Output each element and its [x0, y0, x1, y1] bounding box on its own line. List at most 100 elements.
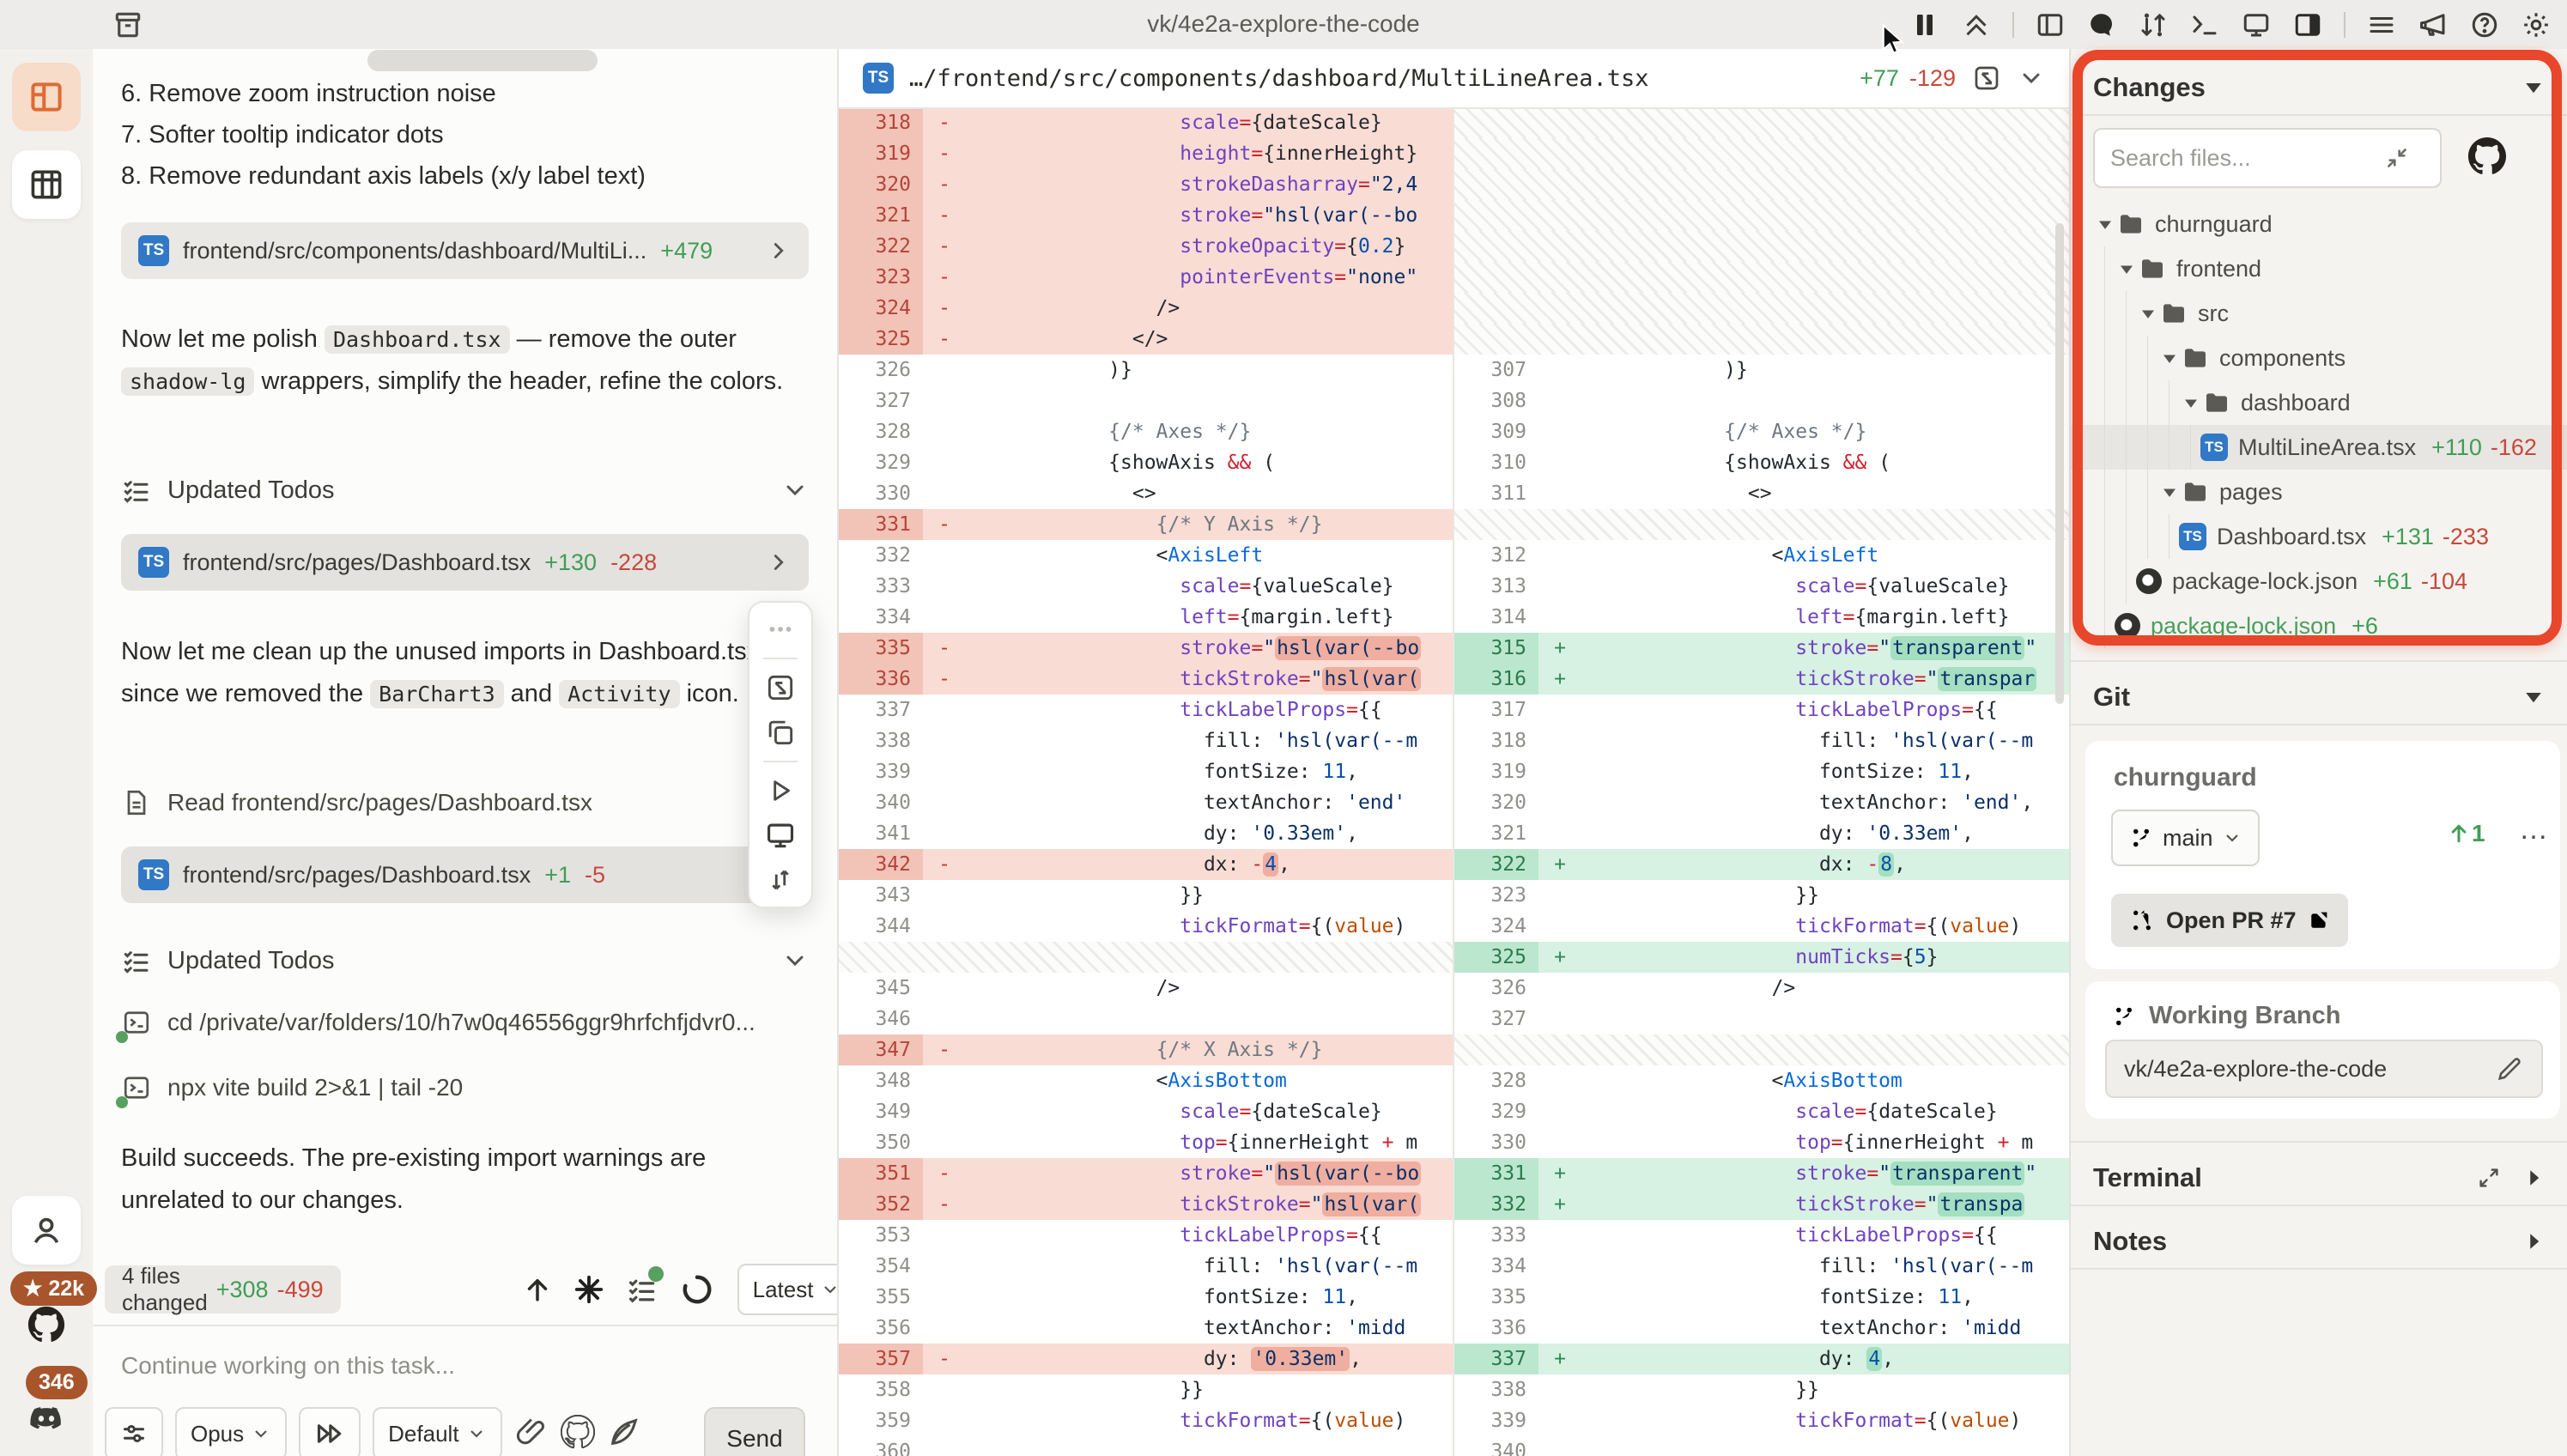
branch-icon [2111, 1004, 2137, 1029]
tree-file-package-lock.json[interactable]: package-lock.json+61-104 [2071, 559, 2567, 604]
toolbar-play-icon[interactable] [764, 774, 797, 807]
git-repo-name: churnguard [2114, 763, 2257, 792]
sparkle-icon[interactable] [573, 1273, 605, 1306]
file-change-chip[interactable]: TSfrontend/src/pages/Dashboard.tsx+130-2… [121, 534, 809, 591]
notes-section-header[interactable]: Notes [2071, 1215, 2567, 1268]
github-cat-icon[interactable] [2467, 136, 2507, 176]
toolbar-diffsq-icon[interactable] [764, 671, 797, 704]
tree-folder-src[interactable]: src [2071, 291, 2567, 336]
commits-ahead[interactable]: 1 [2446, 820, 2485, 847]
tool-action-row[interactable]: npx vite build 2>&1 | tail -20 [121, 1069, 809, 1107]
diff-view-icon[interactable] [1971, 63, 2002, 94]
github-cat-icon[interactable] [561, 1415, 595, 1449]
tree-folder-components[interactable]: components [2071, 336, 2567, 380]
divider [763, 761, 798, 762]
diff-cell-left: 360 [839, 1436, 1453, 1456]
terminal-icon[interactable] [2189, 9, 2220, 40]
diff-file-path: …/frontend/src/components/dashboard/Mult… [909, 65, 1649, 92]
rail-badge: 346 [26, 1366, 88, 1399]
file-change-chip[interactable]: TSfrontend/src/pages/Dashboard.tsx+1-5 [121, 846, 809, 903]
tree-folder-frontend[interactable]: frontend [2071, 246, 2567, 291]
rail-person-button[interactable] [12, 1196, 81, 1265]
chat-input[interactable]: Continue working on this task... [121, 1352, 809, 1380]
added-lines-count: +6 [2352, 613, 2378, 640]
diff-cell-right: 322+ dx: -8, [1453, 849, 2069, 880]
changes-section-header[interactable]: Changes [2071, 61, 2567, 114]
compress-icon[interactable] [2383, 144, 2411, 172]
panel-left-icon[interactable] [2035, 9, 2066, 40]
diff-cell-left: 333 scale={valueScale} [839, 571, 1453, 602]
file-change-chip[interactable]: TSfrontend/src/components/dashboard/Mult… [121, 222, 809, 279]
tree-label: frontend [2176, 256, 2261, 282]
changes-title: Changes [2093, 72, 2206, 103]
pause-icon[interactable] [1909, 9, 1940, 40]
toolbar-copy-icon[interactable] [764, 716, 797, 749]
diff-cell-right: 329 scale={dateScale} [1453, 1096, 2069, 1127]
terminal-section-header[interactable]: Terminal [2071, 1151, 2567, 1204]
diff-cell-left: 323- pointerEvents="none" [839, 262, 1453, 293]
settings-gear-icon[interactable] [2521, 9, 2552, 40]
open-pr-button[interactable]: Open PR #7 [2111, 894, 2348, 947]
menu-icon[interactable] [2366, 9, 2397, 40]
fast-forward-button[interactable] [299, 1407, 361, 1456]
diff-row: 345 />326 /> [839, 973, 2069, 1004]
chat-bubble-icon[interactable] [2086, 9, 2117, 40]
chevron-down-icon[interactable] [2018, 64, 2045, 92]
megaphone-icon[interactable] [2418, 9, 2449, 40]
git-section-header[interactable]: Git [2071, 670, 2567, 724]
tree-file-MultiLineArea.tsx[interactable]: TSMultiLineArea.tsx+110-162 [2071, 425, 2567, 470]
rail-kanban-button[interactable] [12, 150, 81, 219]
tree-folder-churnguard[interactable]: churnguard [2071, 202, 2567, 246]
triangle-down-icon [2521, 75, 2546, 100]
expand-icon[interactable] [2476, 1165, 2502, 1191]
branch-dropdown[interactable]: main [2111, 810, 2260, 866]
diff-row: 332 <AxisLeft312 <AxisLeft [839, 540, 2069, 571]
diff-cell-left: 327 [839, 385, 1453, 416]
removed-lines-count: -228 [610, 549, 657, 576]
model-dropdown[interactable]: Opus [175, 1407, 287, 1456]
diff-removed-count: -129 [1909, 65, 1956, 92]
latest-dropdown[interactable]: Latest [737, 1264, 839, 1315]
diff-row: 334 left={margin.left}314 left={margin.l… [839, 602, 2069, 633]
files-changed-pill[interactable]: 4 files changed +308 -499 [105, 1265, 341, 1313]
diff-row: 327308 [839, 385, 2069, 416]
updated-todos-row[interactable]: Updated Todos [121, 471, 809, 509]
send-button[interactable]: Send [704, 1407, 805, 1456]
attach-icon[interactable] [514, 1415, 549, 1449]
tree-folder-dashboard[interactable]: dashboard [2071, 380, 2567, 425]
swap-branches-icon[interactable] [2138, 9, 2169, 40]
diff-cell-left: 357- dy: '0.33em', [839, 1344, 1453, 1374]
toolbar-compare-icon[interactable] [764, 864, 797, 896]
settings-sliders-button[interactable] [105, 1407, 163, 1456]
diff-cell-left: 318- scale={dateScale} [839, 107, 1453, 138]
collapse-up-icon[interactable] [1961, 9, 1992, 40]
panel-right-icon[interactable] [2292, 9, 2323, 40]
diff-cell-right: 313 scale={valueScale} [1453, 571, 2069, 602]
monitor-icon[interactable] [2241, 9, 2272, 40]
toolbar-monitor-icon[interactable] [764, 819, 797, 852]
scroll-up-icon[interactable] [521, 1273, 554, 1306]
mode-dropdown[interactable]: Default [373, 1407, 501, 1456]
diff-scrollbar[interactable] [2055, 223, 2064, 704]
quill-icon[interactable] [607, 1415, 641, 1449]
triangle-down-icon [2521, 684, 2546, 710]
updated-todos-row[interactable]: Updated Todos [121, 942, 809, 980]
git-more-menu[interactable]: … [2519, 813, 2550, 846]
tree-file-package-lock.json[interactable]: package-lock.json +6 [2071, 604, 2567, 648]
diff-cell-right: 309 {/* Axes */} [1453, 416, 2069, 447]
tree-file-Dashboard.tsx[interactable]: TSDashboard.tsx+131-233 [2071, 514, 2567, 559]
diff-rows: 318- scale={dateScale}319- height={inner… [839, 107, 2069, 1456]
help-icon[interactable] [2469, 9, 2500, 40]
search-input[interactable] [2095, 145, 2383, 172]
tree-folder-pages[interactable]: pages [2071, 470, 2567, 514]
diff-cell-left: 321- stroke="hsl(var(--bo [839, 200, 1453, 231]
tool-action-row[interactable]: cd /private/var/folders/10/h7w0q46556ggr… [121, 1004, 809, 1041]
working-branch-input[interactable]: vk/4e2a-explore-the-code [2105, 1040, 2543, 1098]
tree-label: package-lock.json [2151, 613, 2336, 640]
rail-layout-button[interactable] [12, 63, 81, 131]
search-files-box[interactable] [2093, 128, 2442, 188]
edit-pencil-icon[interactable] [2495, 1054, 2524, 1083]
diff-cell-right: 336 textAnchor: 'midd [1453, 1313, 2069, 1344]
todos-status-icon[interactable] [626, 1273, 658, 1306]
tool-action-row[interactable]: Read frontend/src/pages/Dashboard.tsx [121, 784, 809, 822]
